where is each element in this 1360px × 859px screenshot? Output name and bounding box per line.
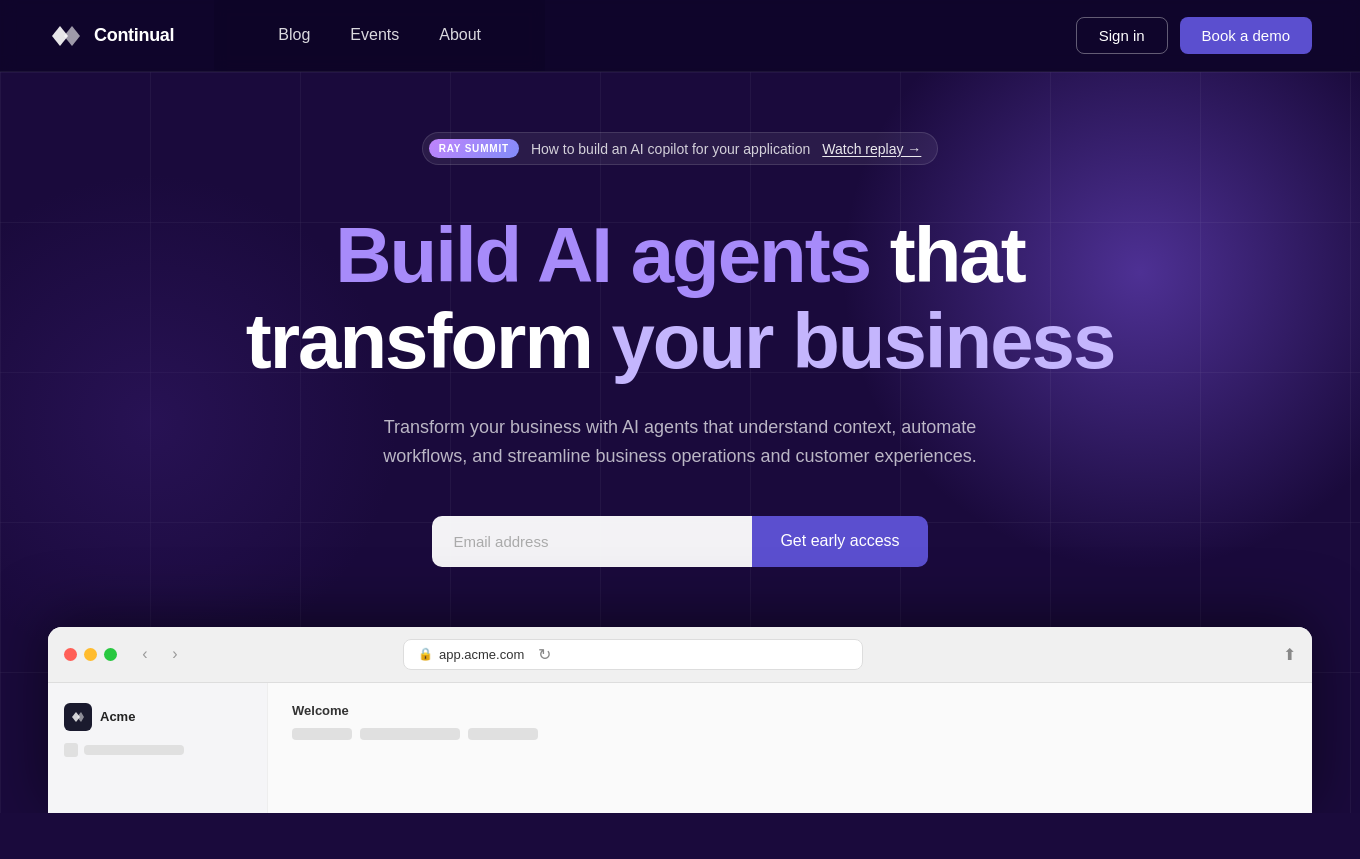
logo-icon (48, 22, 84, 50)
sidebar-item-1 (64, 743, 251, 757)
title-line1-purple: Build AI agents (335, 211, 870, 299)
traffic-light-green[interactable] (104, 648, 117, 661)
title-line2-purple: your business (611, 297, 1114, 385)
announcement-bar[interactable]: RAY SUMMIT How to build an AI copilot fo… (422, 132, 939, 165)
title-line1-white: that (870, 211, 1025, 299)
share-button[interactable]: ⬆ (1283, 645, 1296, 664)
forward-button[interactable]: › (163, 642, 187, 666)
book-demo-button[interactable]: Book a demo (1180, 17, 1312, 54)
content-bar-1 (292, 728, 352, 740)
browser-content: Acme Welcome (48, 683, 1312, 813)
nav-left: Continual Blog Events About (48, 0, 545, 72)
browser-toolbar: ‹ › 🔒 app.acme.com ↻ ⬆ (48, 627, 1312, 683)
hero-section: RAY SUMMIT How to build an AI copilot fo… (0, 72, 1360, 813)
cta-row: Get early access (432, 516, 927, 567)
address-bar[interactable]: 🔒 app.acme.com ↻ (403, 639, 863, 670)
sidebar-icon-1 (64, 743, 78, 757)
email-input[interactable] (432, 516, 752, 567)
back-button[interactable]: ‹ (133, 642, 157, 666)
early-access-button[interactable]: Get early access (752, 516, 927, 567)
sidebar-mock: Acme (48, 683, 268, 813)
welcome-heading: Welcome (292, 703, 1288, 718)
nav-links: Blog Events About (214, 0, 545, 72)
watch-replay-link[interactable]: Watch replay → (822, 141, 921, 157)
title-line2-white: transform (246, 297, 612, 385)
content-bar-2 (360, 728, 460, 740)
sidebar-label-1 (84, 745, 184, 755)
reload-button[interactable]: ↻ (538, 645, 551, 664)
content-bar-3 (468, 728, 538, 740)
nav-link-about[interactable]: About (423, 18, 497, 52)
nav-link-blog[interactable]: Blog (262, 18, 326, 52)
nav-link-events[interactable]: Events (334, 18, 415, 52)
hero-title: Build AI agents that transform your busi… (246, 213, 1115, 385)
browser-nav-arrows: ‹ › (133, 642, 187, 666)
traffic-light-yellow[interactable] (84, 648, 97, 661)
browser-mockup: ‹ › 🔒 app.acme.com ↻ ⬆ Acm (48, 627, 1312, 813)
nav-right: Sign in Book a demo (1076, 17, 1312, 54)
url-text: app.acme.com (439, 647, 524, 662)
sidebar-logo-row: Acme (64, 703, 251, 731)
navbar: Continual Blog Events About Sign in Book… (0, 0, 1360, 72)
signin-button[interactable]: Sign in (1076, 17, 1168, 54)
traffic-light-red[interactable] (64, 648, 77, 661)
lock-icon: 🔒 (418, 647, 433, 661)
content-placeholder-row (292, 728, 1288, 740)
logo-text: Continual (94, 25, 174, 46)
hero-subtitle: Transform your business with AI agents t… (370, 413, 990, 472)
main-content-mock: Welcome (268, 683, 1312, 813)
logo[interactable]: Continual (48, 22, 174, 50)
ray-summit-badge: RAY SUMMIT (429, 139, 519, 158)
sidebar-logo-icon (64, 703, 92, 731)
traffic-lights (64, 648, 117, 661)
sidebar-logo-text: Acme (100, 709, 135, 724)
announcement-text: How to build an AI copilot for your appl… (531, 141, 810, 157)
